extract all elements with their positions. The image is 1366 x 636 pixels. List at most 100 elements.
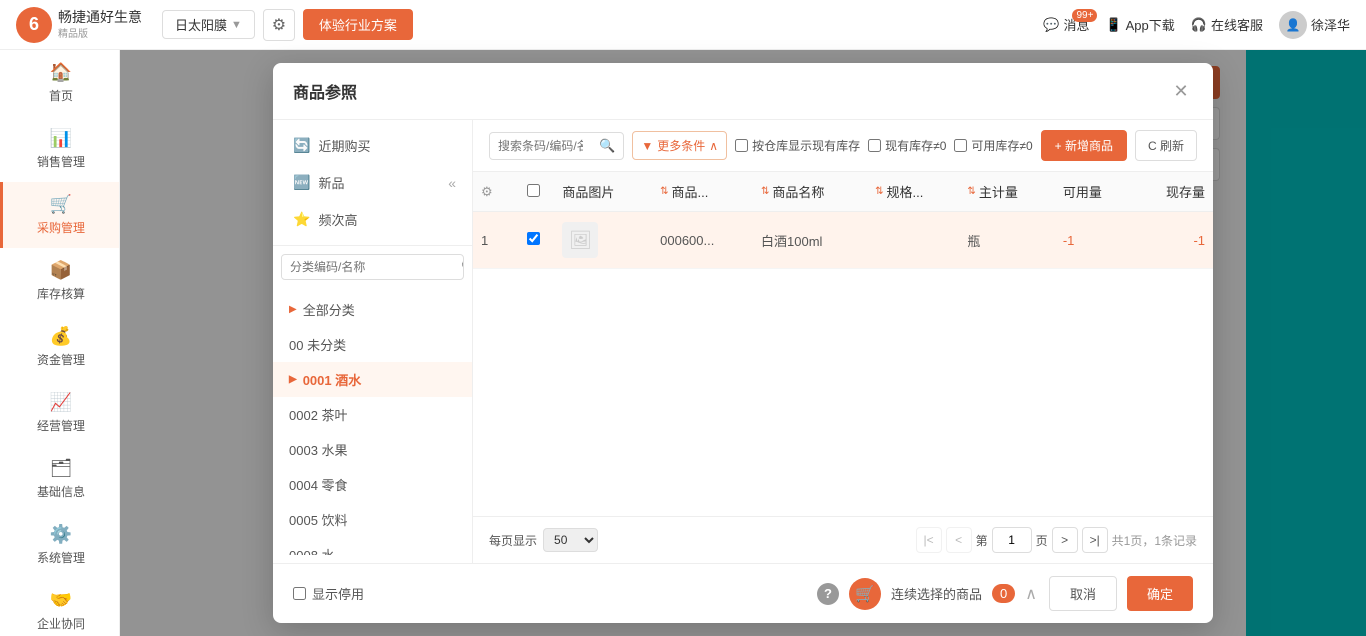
sort-icon: ⇅ <box>967 186 975 197</box>
category-name: 0004 零食 <box>289 475 348 494</box>
sidebar-item-label: 基础信息 <box>37 483 85 500</box>
sidebar-item-system[interactable]: ⚙️ 系统管理 <box>0 512 119 578</box>
search-icon[interactable]: 🔍 <box>591 133 623 159</box>
sidebar-item-operations[interactable]: 📈 经营管理 <box>0 380 119 446</box>
checkbox-warehouse-stock[interactable]: 按仓库显示现有库存 <box>735 137 860 154</box>
collapse-left-btn[interactable]: « <box>440 167 464 199</box>
category-00[interactable]: 00 未分类 <box>273 327 472 362</box>
sort-icon: ⇅ <box>761 186 769 197</box>
category-name: 0001 酒水 <box>303 370 362 389</box>
page-input[interactable] <box>992 527 1032 553</box>
service-label: 在线客服 <box>1211 15 1263 34</box>
product-thumbnail: 🖼 <box>562 222 598 258</box>
modal-body: 🔄 近期购买 🆕 新品 ⭐ 频次高 <box>273 120 1213 563</box>
page-unit: 页 <box>1036 532 1048 549</box>
more-filters-button[interactable]: ▼ 更多条件 ∧ <box>632 131 727 160</box>
table-row[interactable]: 1 🖼 000600... 白酒100ml 瓶 <box>473 212 1213 269</box>
category-0005[interactable]: 0005 饮料 <box>273 502 472 537</box>
service-button[interactable]: 🎧 在线客服 <box>1191 15 1263 34</box>
sidebar-item-basics[interactable]: 🗂 基础信息 <box>0 446 119 512</box>
sidebar-item-inventory[interactable]: 📦 库存核算 <box>0 248 119 314</box>
confirm-button[interactable]: 确定 <box>1127 576 1193 611</box>
sidebar-item-sales[interactable]: 📊 销售管理 <box>0 116 119 182</box>
inventory-icon: 📦 <box>50 260 72 281</box>
prev-page-button[interactable]: < <box>946 527 972 553</box>
last-page-button[interactable]: >| <box>1082 527 1108 553</box>
collapse-footer-icon[interactable]: ∧ <box>1025 584 1037 604</box>
refresh-table-button[interactable]: C 刷新 <box>1135 130 1197 161</box>
frequent-btn[interactable]: ⭐ 频次高 <box>281 202 382 237</box>
category-0003[interactable]: 0003 水果 <box>273 432 472 467</box>
tri-icon: ▶ <box>289 304 297 315</box>
category-0001[interactable]: ▶ 0001 酒水 <box>273 362 472 397</box>
category-name: 0008 水 <box>289 545 335 555</box>
show-disabled-checkbox-label[interactable]: 显示停用 <box>293 584 364 603</box>
modal-overlay: 商品参照 ✕ 🔄 近期购买 <box>120 50 1366 636</box>
cell-checkbox[interactable] <box>513 212 555 269</box>
category-name: 0005 饮料 <box>289 510 348 529</box>
col-code[interactable]: ⇅商品... <box>652 172 753 212</box>
sidebar-item-finance[interactable]: 💰 资金管理 <box>0 314 119 380</box>
new-products-btn[interactable]: 🆕 新品 <box>281 165 382 200</box>
checkbox-nonzero-stock[interactable]: 现有库存≠0 <box>868 137 946 154</box>
next-page-button[interactable]: > <box>1052 527 1078 553</box>
sidebar-item-home[interactable]: 🏠 首页 <box>0 50 119 116</box>
warehouse-stock-checkbox[interactable] <box>735 139 748 152</box>
nonzero-stock-checkbox[interactable] <box>868 139 881 152</box>
category-search-input[interactable] <box>282 256 453 278</box>
col-name[interactable]: ⇅商品名称 <box>753 172 867 212</box>
category-name: 全部分类 <box>303 300 355 319</box>
store-name: 日太阳膜 <box>175 15 227 34</box>
col-stock: 现存量 <box>1134 172 1213 212</box>
select-all-checkbox[interactable] <box>527 184 540 197</box>
sort-icon: ⇅ <box>875 186 883 197</box>
cancel-button[interactable]: 取消 <box>1049 576 1117 611</box>
page-navigation: |< < 第 页 > >| 共1页，1条记录 <box>916 527 1197 553</box>
new-label: 新品 <box>318 173 344 192</box>
cart-icon[interactable]: 🛒 <box>849 578 881 610</box>
category-name: 00 未分类 <box>289 335 346 354</box>
row-checkbox[interactable] <box>527 232 540 245</box>
chevron-down-icon: ▼ <box>231 19 242 31</box>
category-0008[interactable]: 0008 水 <box>273 537 472 555</box>
show-disabled-label: 显示停用 <box>312 584 364 603</box>
modal-close-button[interactable]: ✕ <box>1169 79 1193 103</box>
first-page-button[interactable]: |< <box>916 527 942 553</box>
product-search-box: 🔍 <box>489 132 624 160</box>
footer-center: ? 🛒 连续选择的商品 0 ∧ <box>817 578 1037 610</box>
category-0004[interactable]: 0004 零食 <box>273 467 472 502</box>
col-unit[interactable]: ⇅主计量 <box>959 172 1054 212</box>
category-list: ▶ 全部分类 00 未分类 ▶ 0001 酒水 0002 茶 <box>273 288 472 555</box>
recent-purchase-btn[interactable]: 🔄 近期购买 <box>281 128 382 163</box>
col-spec[interactable]: ⇅规格... <box>867 172 959 212</box>
user-avatar[interactable]: 👤 徐泽华 <box>1279 11 1350 39</box>
col-settings[interactable]: ⚙ <box>473 172 513 212</box>
tri-icon: ▶ <box>289 374 297 385</box>
add-product-button[interactable]: + 新增商品 <box>1041 130 1127 161</box>
trial-button[interactable]: 体验行业方案 <box>303 9 413 40</box>
available-stock-checkbox[interactable] <box>954 139 967 152</box>
store-selector[interactable]: 日太阳膜 ▼ <box>162 10 255 39</box>
settings-icon[interactable]: ⚙ <box>263 9 295 41</box>
product-search-input[interactable] <box>490 134 591 158</box>
show-disabled-checkbox[interactable] <box>293 587 306 600</box>
per-page-select[interactable]: 50 10 20 100 <box>543 528 598 552</box>
sidebar-item-label: 经营管理 <box>37 417 85 434</box>
sidebar-item-enterprise[interactable]: 🤝 企业协同 <box>0 578 119 636</box>
category-all[interactable]: ▶ 全部分类 <box>273 292 472 327</box>
col-checkbox[interactable] <box>513 172 555 212</box>
cell-name: 白酒100ml <box>753 212 867 269</box>
app-download-button[interactable]: 📱 App下载 <box>1105 15 1174 34</box>
modal-footer: 显示停用 ? 🛒 连续选择的商品 0 ∧ 取消 确定 <box>273 563 1213 623</box>
page-info: 共1页，1条记录 <box>1112 532 1197 549</box>
sidebar-item-purchase[interactable]: 🛒 采购管理 <box>0 182 119 248</box>
help-icon[interactable]: ? <box>817 583 839 605</box>
checkbox-available-stock[interactable]: 可用库存≠0 <box>954 137 1032 154</box>
product-table: ⚙ 商品图片 ⇅商品... ⇅商品名称 ⇅规格... ⇅主计量 可用量 现存量 <box>473 172 1213 269</box>
category-name: 0002 茶叶 <box>289 405 348 424</box>
messages-button[interactable]: 💬 消息 99+ <box>1043 15 1089 34</box>
cell-available: -1 <box>1055 212 1134 269</box>
main-content: 查询 设置 刷新 商品参照 ✕ <box>120 50 1366 636</box>
category-0002[interactable]: 0002 茶叶 <box>273 397 472 432</box>
category-search-icon[interactable]: 🔍 <box>453 255 464 279</box>
